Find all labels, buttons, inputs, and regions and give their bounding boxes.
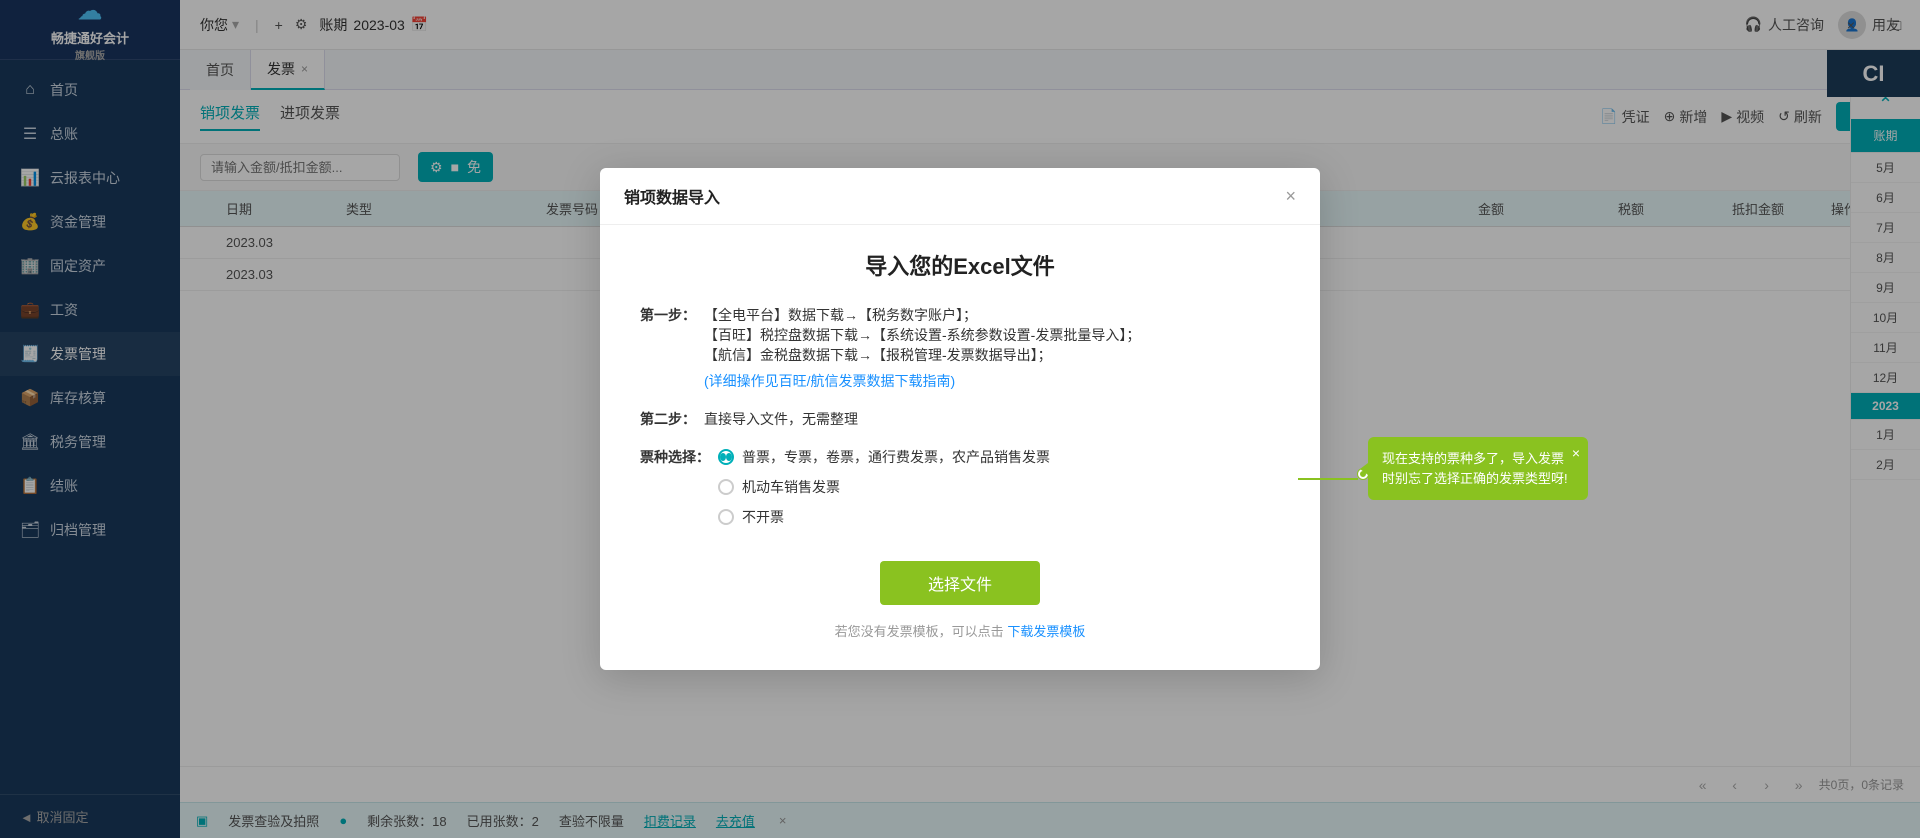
radio-vehicle[interactable]: 机动车销售发票 (718, 477, 1050, 497)
modal-footer-note: 若您没有发票模板，可以点击 下载发票模板 (640, 621, 1280, 640)
radio-common-label: 普票，专票，卷票，通行费发票，农产品销售发票 (742, 447, 1050, 467)
modal-title: 销项数据导入 (624, 184, 720, 208)
radio-no-ticket-circle (718, 509, 734, 525)
download-template-link[interactable]: 下载发票模板 (1007, 624, 1085, 639)
modal-close-btn[interactable]: × (1285, 187, 1296, 205)
ticket-choice: 票种选择： 普票，专票，卷票，通行费发票，农产品销售发票 (640, 447, 1280, 537)
footer-note-text: 若您没有发票模板，可以点击 (835, 624, 1004, 639)
tooltip-text: 现在支持的票种多了，导入发票时别忘了选择正确的发票类型呀! (1382, 451, 1568, 486)
radio-common[interactable]: 普票，专票，卷票，通行费发票，农产品销售发票 × 现在支持的票种多了，导入发票时… (718, 447, 1050, 467)
modal-main-title: 导入您的Excel文件 (640, 249, 1280, 281)
step1-label: 第一步： (640, 305, 696, 391)
modal-overlay: 销项数据导入 × 导入您的Excel文件 第一步： 【全电平台】数据下载→【税务… (0, 0, 1920, 838)
select-file-btn[interactable]: 选择文件 (880, 561, 1040, 605)
step1-line2: 【百旺】税控盘数据下载→【系统设置-系统参数设置-发票批量导入】； (704, 325, 1140, 345)
radio-no-ticket[interactable]: 不开票 (718, 507, 1050, 527)
radio-vehicle-circle (718, 479, 734, 495)
step1: 第一步： 【全电平台】数据下载→【税务数字账户】； 【百旺】税控盘数据下载→【系… (640, 305, 1280, 391)
step1-line3: 【航信】金税盘数据下载→【报税管理-发票数据导出】； (704, 345, 1140, 365)
step1-guide-link[interactable]: (详细操作见百旺/航信发票数据下载指南) (704, 373, 955, 389)
step2: 第二步： 直接导入文件，无需整理 (640, 409, 1280, 429)
radio-group: 普票，专票，卷票，通行费发票，农产品销售发票 × 现在支持的票种多了，导入发票时… (718, 447, 1050, 537)
import-modal: 销项数据导入 × 导入您的Excel文件 第一步： 【全电平台】数据下载→【税务… (600, 168, 1320, 670)
ticket-choice-label: 票种选择： (640, 447, 710, 467)
radio-vehicle-label: 机动车销售发票 (742, 477, 840, 497)
modal-body: 导入您的Excel文件 第一步： 【全电平台】数据下载→【税务数字账户】； 【百… (600, 225, 1320, 670)
radio-no-ticket-label: 不开票 (742, 507, 784, 527)
step2-label: 第二步： (640, 409, 696, 429)
step1-content: 【全电平台】数据下载→【税务数字账户】； 【百旺】税控盘数据下载→【系统设置-系… (704, 305, 1140, 391)
tooltip-close-btn[interactable]: × (1572, 443, 1580, 464)
modal-header: 销项数据导入 × (600, 168, 1320, 225)
tooltip-container: × 现在支持的票种多了，导入发票时别忘了选择正确的发票类型呀! (1298, 437, 1588, 500)
step2-content: 直接导入文件，无需整理 (704, 409, 858, 429)
step1-line1: 【全电平台】数据下载→【税务数字账户】； (704, 305, 1140, 325)
tooltip-bubble: × 现在支持的票种多了，导入发票时别忘了选择正确的发票类型呀! (1368, 437, 1588, 500)
radio-common-circle (718, 449, 734, 465)
